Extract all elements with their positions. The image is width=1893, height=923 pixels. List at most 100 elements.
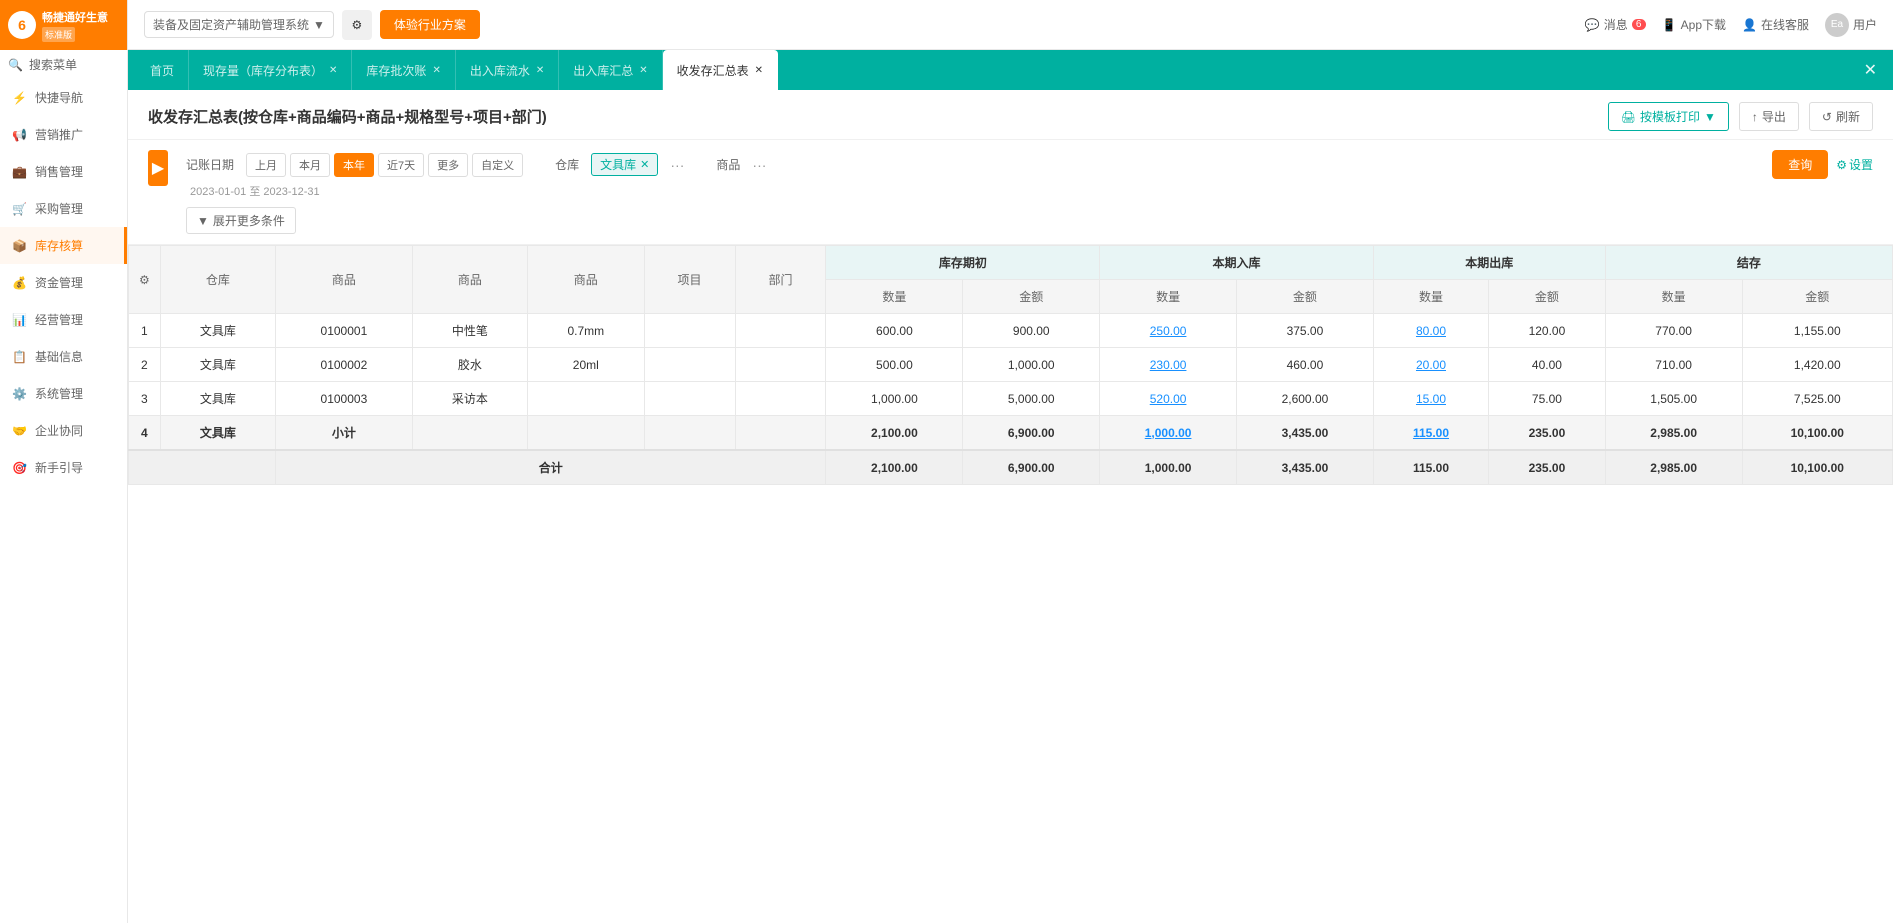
subtotal-empty4 — [735, 416, 826, 451]
sidebar: 6 畅捷通好生意 标准版 🔍 搜索菜单 ⚡ 快捷导航 📢 营销推广 💼 销售管理… — [0, 0, 128, 923]
expand-label: 展开更多条件 — [213, 212, 285, 229]
row-in-qty[interactable]: 520.00 — [1100, 382, 1237, 416]
row-goods-spec: 0.7mm — [528, 314, 645, 348]
system-selector[interactable]: 装备及固定资产辅助管理系统 ▼ — [144, 11, 334, 38]
row-balance-amt: 1,420.00 — [1742, 348, 1892, 382]
dropdown-arrow-icon: ▼ — [313, 18, 325, 32]
sidebar-item-purchase[interactable]: 🛒 采购管理 — [0, 190, 127, 227]
dropdown-arrow-icon: ▼ — [1704, 110, 1716, 124]
warehouse-more-btn[interactable]: ··· — [670, 157, 684, 173]
logo-text: 畅捷通好生意 标准版 — [42, 9, 108, 42]
tab-close-icon[interactable]: ✕ — [329, 65, 337, 76]
expand-conditions-btn[interactable]: ▼ 展开更多条件 — [186, 207, 296, 234]
row-warehouse: 文具库 — [160, 348, 275, 382]
sidebar-item-quick-nav[interactable]: ⚡ 快捷导航 — [0, 79, 127, 116]
subtotal-out-qty[interactable]: 115.00 — [1373, 416, 1488, 451]
total-out-qty: 115.00 — [1373, 450, 1488, 485]
tab-home[interactable]: 首页 — [136, 50, 189, 90]
sidebar-item-inventory[interactable]: 📦 库存核算 — [0, 227, 127, 264]
filter-toggle-btn[interactable]: ▶ — [148, 150, 168, 186]
sidebar-logo: 6 畅捷通好生意 标准版 — [0, 0, 127, 50]
date-btn-this-year[interactable]: 本年 — [334, 153, 374, 177]
row-out-qty[interactable]: 80.00 — [1373, 314, 1488, 348]
date-btn-this-month[interactable]: 本月 — [290, 153, 330, 177]
settings-icon: ⚙ — [1836, 158, 1847, 172]
table-row: 3 文具库 0100003 采访本 1,000.00 5,000.00 520.… — [129, 382, 1893, 416]
warehouse-remove-icon[interactable]: ✕ — [640, 158, 649, 171]
basic-info-icon: 📋 — [12, 350, 27, 364]
sidebar-item-sales[interactable]: 💼 销售管理 — [0, 153, 127, 190]
date-btn-last-month[interactable]: 上月 — [246, 153, 286, 177]
system-icon: ⚙️ — [12, 387, 27, 401]
page-title: 收发存汇总表(按仓库+商品编码+商品+规格型号+项目+部门) — [148, 106, 547, 127]
row-project — [644, 382, 735, 416]
tab-inventory-dist[interactable]: 现存量（库存分布表） ✕ — [189, 50, 352, 90]
table-col-balance: 结存 — [1605, 246, 1892, 280]
sidebar-item-beginner[interactable]: 🎯 新手引导 — [0, 449, 127, 486]
row-out-qty[interactable]: 15.00 — [1373, 382, 1488, 416]
row-no: 1 — [129, 314, 161, 348]
message-item[interactable]: 💬 消息 6 — [1585, 16, 1646, 33]
date-filter: 上月 本月 本年 近7天 更多 自定义 — [246, 153, 523, 177]
row-balance-qty: 710.00 — [1605, 348, 1742, 382]
export-btn[interactable]: ↑ 导出 — [1739, 102, 1799, 131]
subtotal-in-qty[interactable]: 1,000.00 — [1100, 416, 1237, 451]
online-service-item[interactable]: 👤 在线客服 — [1742, 16, 1809, 33]
date-btn-custom[interactable]: 自定义 — [472, 153, 523, 177]
settings-link-label: 设置 — [1849, 156, 1873, 173]
tab-inout-summary[interactable]: 出入库汇总 ✕ — [559, 50, 662, 90]
sidebar-item-search[interactable]: 🔍 搜索菜单 — [0, 50, 127, 79]
row-in-qty[interactable]: 230.00 — [1100, 348, 1237, 382]
refresh-icon: ↺ — [1822, 110, 1832, 124]
date-btn-more[interactable]: 更多 — [428, 153, 468, 177]
row-in-qty[interactable]: 250.00 — [1100, 314, 1237, 348]
total-out-amt: 235.00 — [1489, 450, 1606, 485]
sidebar-item-enterprise[interactable]: 🤝 企业协同 — [0, 412, 127, 449]
subtotal-warehouse: 文具库 — [160, 416, 275, 451]
settings-link[interactable]: ⚙ 设置 — [1836, 150, 1873, 179]
row-out-amt: 40.00 — [1489, 348, 1606, 382]
query-btn[interactable]: 查询 — [1772, 150, 1828, 179]
date-label: 记账日期 — [186, 156, 234, 173]
purchase-icon: 🛒 — [12, 202, 27, 216]
sidebar-item-finance[interactable]: 💰 资金管理 — [0, 264, 127, 301]
tab-close-icon[interactable]: ✕ — [755, 65, 763, 76]
app-download-item[interactable]: 📱 App下载 — [1662, 16, 1726, 33]
goods-more-btn[interactable]: ··· — [752, 157, 766, 173]
tab-batch-account[interactable]: 库存批次账 ✕ — [352, 50, 455, 90]
tab-close-icon[interactable]: ✕ — [536, 65, 544, 76]
sidebar-item-label: 企业协同 — [35, 422, 83, 439]
user-avatar: Ea — [1825, 13, 1849, 37]
total-text: 合计 — [275, 450, 826, 485]
tab-inout-flow[interactable]: 出入库流水 ✕ — [456, 50, 559, 90]
tab-receive-send-summary[interactable]: 收发存汇总表 ✕ — [663, 50, 778, 90]
print-icon: 🖨 — [1621, 110, 1636, 124]
table-col-settings[interactable]: ⚙ — [129, 246, 161, 314]
experience-btn[interactable]: 体验行业方案 — [380, 10, 480, 39]
sidebar-item-operations[interactable]: 📊 经营管理 — [0, 301, 127, 338]
date-btn-7days[interactable]: 近7天 — [378, 153, 424, 177]
sidebar-item-label: 销售管理 — [35, 163, 83, 180]
table-subheader-out-qty: 数量 — [1373, 280, 1488, 314]
row-opening-qty: 1,000.00 — [826, 382, 963, 416]
filter-row-1: 记账日期 上月 本月 本年 近7天 更多 自定义 仓库 文具库 ✕ — [186, 150, 1873, 179]
settings-icon-btn[interactable]: ⚙ — [342, 10, 372, 40]
logo-number: 6 — [18, 17, 26, 33]
refresh-btn[interactable]: ↺ 刷新 — [1809, 102, 1873, 131]
sidebar-item-marketing[interactable]: 📢 营销推广 — [0, 116, 127, 153]
sidebar-item-system[interactable]: ⚙️ 系统管理 — [0, 375, 127, 412]
sidebar-item-basic-info[interactable]: 📋 基础信息 — [0, 338, 127, 375]
tab-close-icon[interactable]: ✕ — [432, 65, 440, 76]
close-all-tabs-btn[interactable]: ✕ — [1856, 60, 1885, 80]
user-item[interactable]: Ea 用户 — [1825, 13, 1877, 37]
finance-icon: 💰 — [12, 276, 27, 290]
row-in-amt: 460.00 — [1237, 348, 1374, 382]
row-out-qty[interactable]: 20.00 — [1373, 348, 1488, 382]
table-subheader-opening-amt: 金额 — [963, 280, 1100, 314]
print-template-btn[interactable]: 🖨 按模板打印 ▼ — [1608, 102, 1729, 131]
phone-icon: 📱 — [1662, 18, 1677, 32]
tab-close-icon[interactable]: ✕ — [639, 65, 647, 76]
operations-icon: 📊 — [12, 313, 27, 327]
tab-label: 出入库汇总 — [573, 62, 633, 79]
sidebar-item-label: 基础信息 — [35, 348, 83, 365]
